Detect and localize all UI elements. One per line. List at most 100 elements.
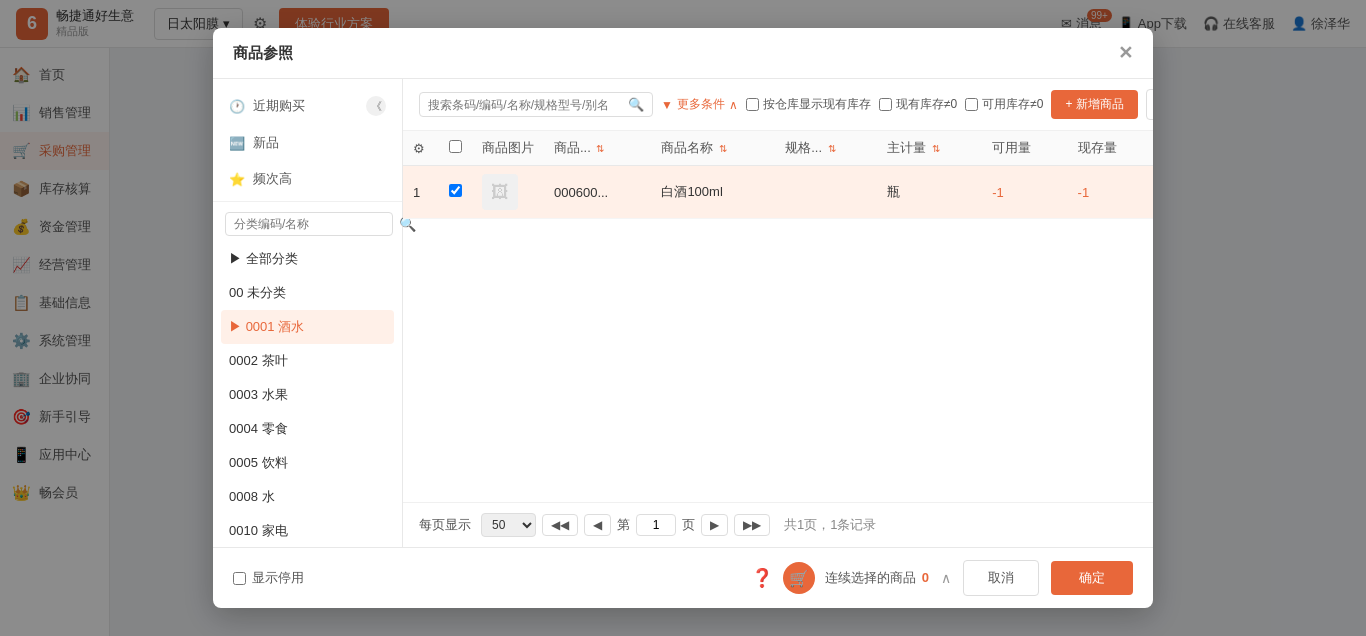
cat-all-arrow: ▶ <box>229 251 246 266</box>
collapse-up-icon[interactable]: ∧ <box>941 570 951 586</box>
cat-0001[interactable]: ▶ 0001 酒水 <box>221 310 394 344</box>
recent-purchase-label: 近期购买 <box>253 97 305 115</box>
td-check[interactable] <box>439 166 472 219</box>
th-code-label: 商品... <box>554 140 591 155</box>
add-product-button[interactable]: + 新增商品 <box>1051 90 1137 119</box>
td-no: 1 <box>403 166 439 219</box>
category-search-row: 🔍 <box>213 206 402 242</box>
cat-active-arrow: ▶ <box>229 319 246 334</box>
checkbox-warehouse-label: 按仓库显示现有库存 <box>763 96 871 113</box>
page-number-input[interactable] <box>636 514 676 536</box>
product-search-icon[interactable]: 🔍 <box>628 97 644 112</box>
cat-all[interactable]: ▶ 全部分类 <box>221 242 394 276</box>
checkbox-stock-nonzero-input[interactable] <box>879 98 892 111</box>
th-name-label: 商品名称 <box>661 140 713 155</box>
filter-button[interactable]: ▼ 更多条件 ∧ <box>661 96 738 113</box>
td-name: 白酒100ml <box>651 166 775 219</box>
table-header-row: ⚙ 商品图片 商品... ⇅ 商品名称 ⇅ <box>403 131 1153 166</box>
category-search-input[interactable] <box>225 212 393 236</box>
sort-unit-icon[interactable]: ⇅ <box>932 143 940 154</box>
checkbox-available-nonzero-input[interactable] <box>965 98 978 111</box>
refresh-button[interactable]: ↺ 刷新 <box>1146 89 1153 120</box>
checkbox-available-nonzero[interactable]: 可用库存≠0 <box>965 96 1043 113</box>
table-row[interactable]: 1 🖼 000600... 白酒100ml 瓶 -1 -1 <box>403 166 1153 219</box>
filter-icon: ▼ <box>661 98 673 112</box>
page-total-info: 共1页，1条记录 <box>784 516 876 534</box>
th-unit: 主计量 ⇅ <box>877 131 982 166</box>
cart-icon[interactable]: 🛒 <box>783 562 815 594</box>
cart-count: 0 <box>922 570 929 585</box>
last-page-button[interactable]: ▶▶ <box>734 514 770 536</box>
divider <box>213 201 402 202</box>
help-icon[interactable]: ❓ <box>751 567 773 589</box>
th-spec-label: 规格... <box>785 140 822 155</box>
td-image: 🖼 <box>472 166 544 219</box>
th-image: 商品图片 <box>472 131 544 166</box>
cat-00[interactable]: 00 未分类 <box>221 276 394 310</box>
new-icon: 🆕 <box>229 136 245 151</box>
td-unit: 瓶 <box>877 166 982 219</box>
td-spec <box>775 166 877 219</box>
th-stock: 现存量 <box>1068 131 1153 166</box>
sort-spec-icon[interactable]: ⇅ <box>828 143 836 154</box>
cancel-button[interactable]: 取消 <box>963 560 1039 596</box>
td-code: 000600... <box>544 166 651 219</box>
frequent-item[interactable]: ⭐ 频次高 <box>213 161 402 197</box>
modal-header: 商品参照 ✕ <box>213 28 1153 79</box>
right-panel: 🔍 ▼ 更多条件 ∧ 按仓库显示现有库存 现有库存≠0 可用库存≠0 <box>403 79 1153 547</box>
th-name: 商品名称 ⇅ <box>651 131 775 166</box>
sort-code-icon[interactable]: ⇅ <box>596 143 604 154</box>
product-table: ⚙ 商品图片 商品... ⇅ 商品名称 ⇅ <box>403 131 1153 219</box>
th-check <box>439 131 472 166</box>
frequent-label: 频次高 <box>253 170 292 188</box>
checkbox-warehouse-input[interactable] <box>746 98 759 111</box>
th-code: 商品... ⇅ <box>544 131 651 166</box>
cat-0005[interactable]: 0005 饮料 <box>221 446 394 480</box>
cat-0004[interactable]: 0004 零食 <box>221 412 394 446</box>
cat-0008[interactable]: 0008 水 <box>221 480 394 514</box>
modal-footer: 显示停用 ❓ 🛒 连续选择的商品 0 ∧ 取消 确定 <box>213 547 1153 608</box>
close-icon[interactable]: ✕ <box>1118 42 1133 64</box>
cart-label-text: 连续选择的商品 <box>825 570 916 585</box>
th-spec: 规格... ⇅ <box>775 131 877 166</box>
page-size-label: 每页显示 <box>419 516 471 534</box>
footer-cart-area: ❓ 🛒 连续选择的商品 0 ∧ <box>751 562 951 594</box>
footer-show-disabled[interactable]: 显示停用 <box>233 569 304 587</box>
show-disabled-checkbox[interactable] <box>233 572 246 585</box>
select-all-checkbox[interactable] <box>449 140 462 153</box>
row-checkbox[interactable] <box>449 184 462 197</box>
checkbox-warehouse[interactable]: 按仓库显示现有库存 <box>746 96 871 113</box>
product-image-placeholder: 🖼 <box>482 174 518 210</box>
page-size-select[interactable]: 10 20 50 100 <box>481 513 536 537</box>
next-page-button[interactable]: ▶ <box>701 514 728 536</box>
checkbox-stock-nonzero-label: 现有库存≠0 <box>896 96 957 113</box>
td-stock: -1 <box>1068 166 1153 219</box>
left-panel: 🕐 近期购买 《 🆕 新品 ⭐ 频次高 🔍 ▶ 全部分类 00 未 <box>213 79 403 547</box>
cart-label: 连续选择的商品 0 <box>825 569 931 587</box>
product-search-input[interactable] <box>428 98 628 112</box>
cat-0002[interactable]: 0002 茶叶 <box>221 344 394 378</box>
td-available: -1 <box>982 166 1067 219</box>
filter-label: 更多条件 <box>677 96 725 113</box>
checkbox-stock-nonzero[interactable]: 现有库存≠0 <box>879 96 957 113</box>
search-wrap: 🔍 <box>419 92 653 117</box>
clock-icon: 🕐 <box>229 99 245 114</box>
sort-name-icon[interactable]: ⇅ <box>719 143 727 154</box>
checkbox-available-nonzero-label: 可用库存≠0 <box>982 96 1043 113</box>
cat-0010[interactable]: 0010 家电 <box>221 514 394 539</box>
th-gear: ⚙ <box>403 131 439 166</box>
modal-title: 商品参照 <box>233 44 293 63</box>
prev-page-button[interactable]: ◀ <box>584 514 611 536</box>
cat-0003[interactable]: 0003 水果 <box>221 378 394 412</box>
page-label2: 页 <box>682 516 695 534</box>
page-label: 第 <box>617 516 630 534</box>
confirm-button[interactable]: 确定 <box>1051 561 1133 595</box>
first-page-button[interactable]: ◀◀ <box>542 514 578 536</box>
th-available: 可用量 <box>982 131 1067 166</box>
product-table-wrap: ⚙ 商品图片 商品... ⇅ 商品名称 ⇅ <box>403 131 1153 502</box>
collapse-button[interactable]: 《 <box>366 96 386 116</box>
filter-up-icon: ∧ <box>729 98 738 112</box>
toolbar: 🔍 ▼ 更多条件 ∧ 按仓库显示现有库存 现有库存≠0 可用库存≠0 <box>403 79 1153 131</box>
new-product-item[interactable]: 🆕 新品 <box>213 125 402 161</box>
recent-purchase-item[interactable]: 🕐 近期购买 《 <box>213 87 402 125</box>
